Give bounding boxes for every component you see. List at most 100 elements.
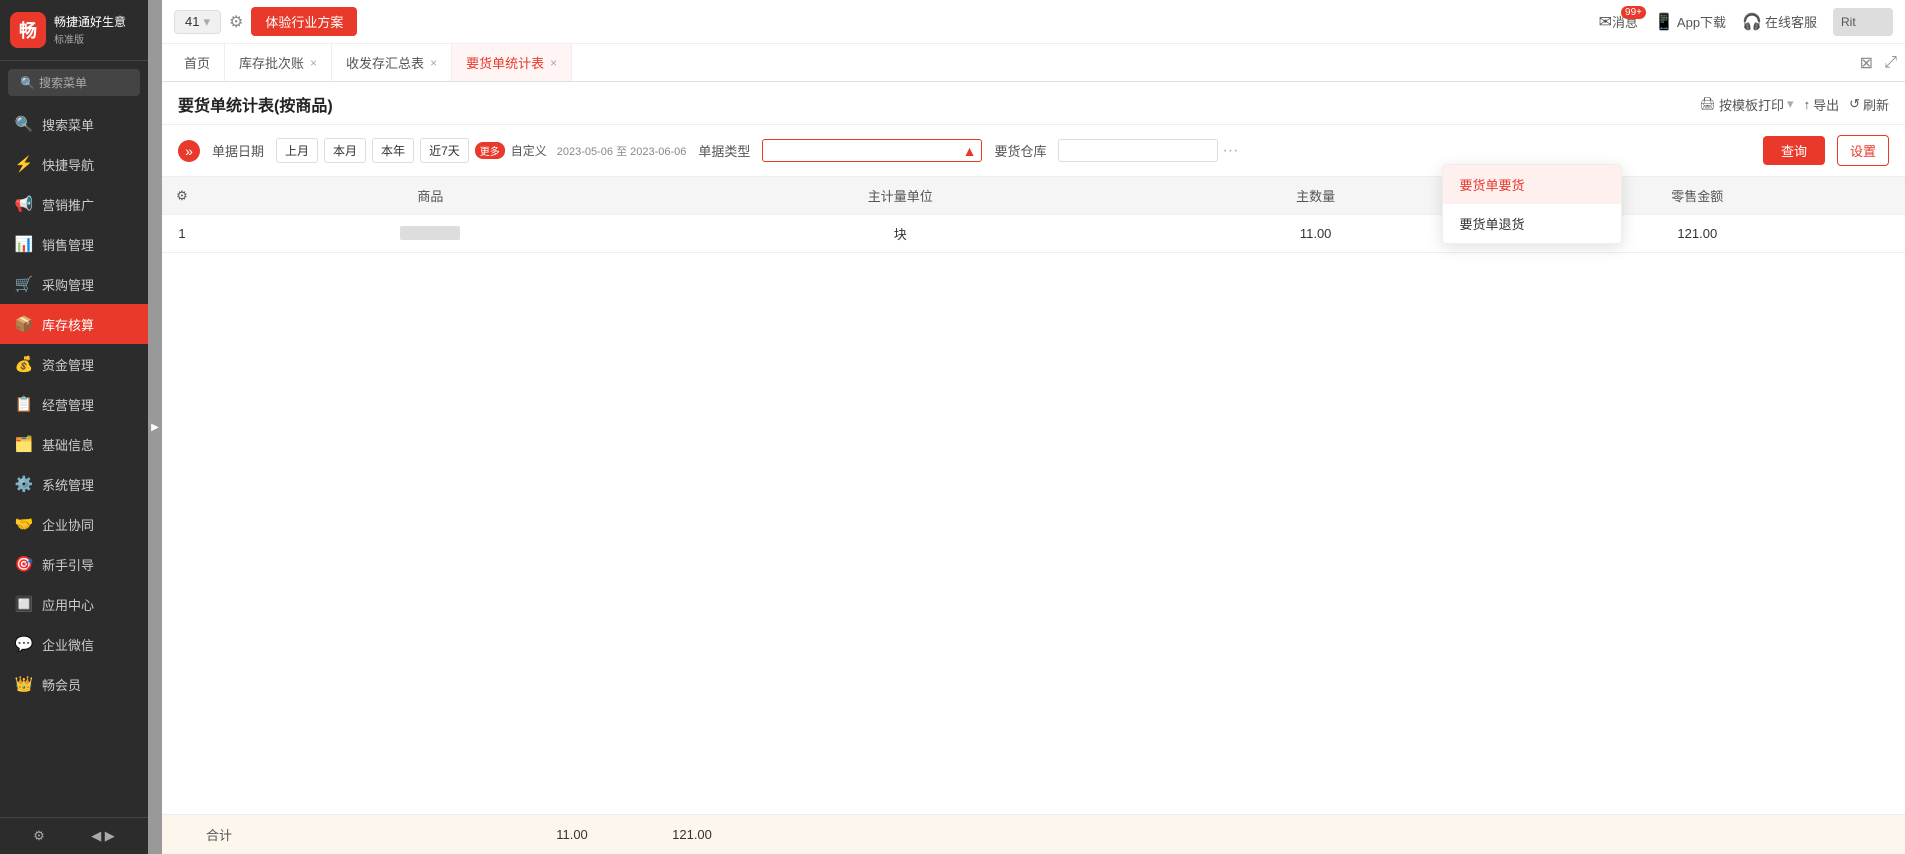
sidebar-item-purchase[interactable]: 🛒采购管理: [0, 264, 148, 304]
sidebar-item-vip[interactable]: 👑畅会员: [0, 664, 148, 704]
sidebar-item-operations[interactable]: 📋经营管理: [0, 384, 148, 424]
topbar: 41 ▾ ⚙ 体验行业方案 ✉ 消息 99+ 📱 App下载 🎧 在线客服 Ri…: [162, 0, 1905, 44]
search-icon: 🔍: [14, 114, 34, 134]
tab-summary-close[interactable]: ×: [430, 56, 437, 70]
tab-home[interactable]: 首页: [170, 44, 225, 81]
col-unit-header: 主计量单位: [659, 177, 1142, 215]
message-badge: 99+: [1621, 6, 1646, 19]
tabs-expand-icon[interactable]: ⊠: [1860, 53, 1873, 73]
sidebar-item-label-shortcut: 快捷导航: [42, 155, 134, 174]
filter-custom-btn[interactable]: 自定义: [511, 142, 547, 159]
filter-type-input[interactable]: [762, 139, 982, 162]
filter-type-wrap: ▲ 要货单要货 要货单退货: [762, 139, 982, 162]
refresh-icon: ↺: [1849, 96, 1860, 112]
main-area: 41 ▾ ⚙ 体验行业方案 ✉ 消息 99+ 📱 App下载 🎧 在线客服 Ri…: [162, 0, 1905, 854]
tab-order-stat[interactable]: 要货单统计表 ×: [452, 44, 572, 81]
operations-icon: 📋: [14, 394, 34, 414]
export-btn[interactable]: ↑ 导出: [1804, 95, 1840, 114]
sidebar-item-label-vip: 畅会员: [42, 675, 134, 694]
sidebar-item-label-wechat: 企业微信: [42, 635, 134, 654]
tabs-bar: 首页 库存批次账 × 收发存汇总表 × 要货单统计表 × ⊠ ⤢: [162, 44, 1905, 82]
collapse-btn[interactable]: ◀ ▶: [91, 828, 115, 844]
topbar-right: ✉ 消息 99+ 📱 App下载 🎧 在线客服 Rit: [1599, 8, 1893, 36]
sidebar-item-marketing[interactable]: 📢营销推广: [0, 184, 148, 224]
col-goods-header: 商品: [202, 177, 659, 215]
topbar-solution-btn[interactable]: 体验行业方案: [251, 7, 357, 36]
tab-batch[interactable]: 库存批次账 ×: [225, 44, 332, 81]
filter-warehouse-input[interactable]: [1058, 139, 1218, 162]
sidebar-item-basic[interactable]: 🗂️基础信息: [0, 424, 148, 464]
sidebar-item-shortcut[interactable]: ⚡快捷导航: [0, 144, 148, 184]
sidebar-search[interactable]: 🔍 搜索菜单: [8, 69, 140, 96]
topbar-settings-icon[interactable]: ⚙: [229, 12, 243, 32]
tab-summary-label: 收发存汇总表: [346, 53, 424, 72]
settings-btn[interactable]: ⚙: [33, 828, 45, 844]
logo-name: 畅捷通好生意: [54, 14, 126, 31]
service-icon: 🎧: [1742, 12, 1762, 32]
basic-icon: 🗂️: [14, 434, 34, 454]
sidebar-item-finance[interactable]: 💰资金管理: [0, 344, 148, 384]
col-settings-header[interactable]: ⚙: [162, 177, 202, 215]
sidebar-item-wechat[interactable]: 💬企业微信: [0, 624, 148, 664]
col-settings-icon[interactable]: ⚙: [176, 188, 188, 203]
filter-date-this[interactable]: 本月: [324, 138, 366, 163]
sidebar-collapse-handle[interactable]: ▶: [148, 0, 162, 854]
sidebar-item-apps[interactable]: 🔲应用中心: [0, 584, 148, 624]
message-btn[interactable]: ✉ 消息 99+: [1599, 12, 1638, 32]
filter-expand-btn[interactable]: »: [178, 140, 200, 162]
sidebar-item-search[interactable]: 🔍 搜索菜单: [0, 104, 148, 144]
app-download-btn[interactable]: 📱 App下载: [1654, 12, 1726, 32]
sidebar-item-system[interactable]: ⚙️系统管理: [0, 464, 148, 504]
row-goods-blurred: [400, 226, 460, 240]
tab-summary[interactable]: 收发存汇总表 ×: [332, 44, 452, 81]
dropdown-item-ret[interactable]: 要货单退货: [1443, 204, 1621, 243]
filter-setting-btn[interactable]: 设置: [1837, 135, 1889, 166]
print-dropdown-icon[interactable]: ▾: [1787, 96, 1794, 112]
purchase-icon: 🛒: [14, 274, 34, 294]
sidebar: 畅 畅捷通好生意 标准版 🔍 搜索菜单 🔍 搜索菜单 ⚡快捷导航📢营销推广📊销售管理…: [0, 0, 148, 854]
footer-qty: 11.00: [512, 827, 632, 842]
export-label: 导出: [1813, 95, 1839, 114]
filter-date-up[interactable]: 上月: [276, 138, 318, 163]
sidebar-item-inventory[interactable]: 📦库存核算: [0, 304, 148, 344]
dropdown-item-req[interactable]: 要货单要货: [1443, 165, 1621, 204]
filter-more-badge[interactable]: 更多: [475, 142, 505, 159]
tab-batch-label: 库存批次账: [239, 53, 304, 72]
col-qty-header: 主数量: [1142, 177, 1490, 215]
filter-type-dropdown-icon[interactable]: ▲: [963, 143, 977, 159]
tab-order-stat-close[interactable]: ×: [550, 56, 557, 70]
filter-date-range: 2023-05-06 至 2023-06-06: [557, 143, 687, 159]
refresh-label: 刷新: [1863, 95, 1889, 114]
refresh-btn[interactable]: ↺ 刷新: [1849, 95, 1889, 114]
print-btn[interactable]: 🖨 按模板打印 ▾: [1700, 95, 1794, 114]
filter-more-icon[interactable]: ···: [1222, 142, 1238, 160]
filter-bar: » 单据日期 上月 本月 本年 近7天 更多 自定义 2023-05-06 至 …: [162, 125, 1905, 177]
topbar-dropdown-icon[interactable]: ▾: [203, 14, 210, 30]
sidebar-item-label-search: 搜索菜单: [42, 115, 134, 134]
table-header: ⚙ 商品 主计量单位 主数量 零售金额: [162, 177, 1905, 215]
tabs-fullscreen-icon[interactable]: ⤢: [1884, 54, 1897, 72]
tab-order-stat-label: 要货单统计表: [466, 53, 544, 72]
tab-batch-close[interactable]: ×: [310, 56, 317, 70]
sales-icon: 📊: [14, 234, 34, 254]
logo-sub: 标准版: [54, 31, 126, 46]
logo-icon: 畅: [10, 12, 46, 48]
filter-query-btn[interactable]: 查询: [1763, 136, 1825, 165]
user-avatar[interactable]: Rit: [1833, 8, 1893, 36]
filter-date-week[interactable]: 近7天: [420, 138, 469, 163]
sidebar-search-label: 搜索菜单: [39, 74, 87, 91]
filter-warehouse-wrap: ···: [1058, 139, 1238, 162]
service-btn[interactable]: 🎧 在线客服: [1742, 12, 1817, 32]
sidebar-item-enterprise[interactable]: 🤝企业协同: [0, 504, 148, 544]
topbar-left: 41 ▾ ⚙ 体验行业方案: [174, 7, 1599, 36]
sidebar-item-sales[interactable]: 📊销售管理: [0, 224, 148, 264]
sidebar-logo: 畅 畅捷通好生意 标准版: [0, 0, 148, 61]
sidebar-item-guide[interactable]: 🎯新手引导: [0, 544, 148, 584]
apps-icon: 🔲: [14, 594, 34, 614]
type-dropdown: 要货单要货 要货单退货: [1442, 164, 1622, 244]
row-goods: [202, 215, 659, 253]
filter-date-year[interactable]: 本年: [372, 138, 414, 163]
table-row: 1 块 11.00 121.00: [162, 215, 1905, 253]
sidebar-item-label-inventory: 库存核算: [42, 315, 134, 334]
filter-type-label: 单据类型: [698, 141, 750, 160]
